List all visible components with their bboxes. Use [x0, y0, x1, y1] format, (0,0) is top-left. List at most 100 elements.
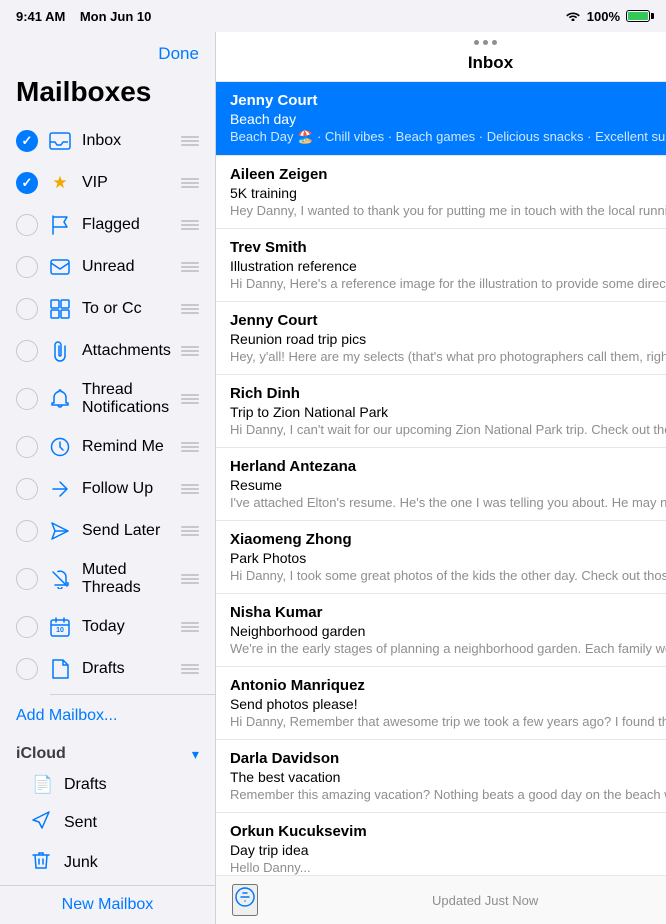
email-item[interactable]: Darla Davidson 4/17/24 The best vacation…: [216, 740, 666, 813]
email-sender: Orkun Kucuksevim: [230, 823, 367, 840]
toorcc-check: [16, 298, 38, 320]
sidebar-item-unread[interactable]: Unread: [0, 246, 215, 288]
doc-icon: [48, 657, 72, 681]
remind-me-label: Remind Me: [82, 438, 171, 456]
inbox-icon: [48, 129, 72, 153]
done-button[interactable]: Done: [158, 44, 199, 64]
email-subject: Illustration reference: [230, 258, 666, 274]
email-item[interactable]: Aileen Zeigen 5/4/24 5K training 📎 Hey D…: [216, 156, 666, 229]
toorcc-icon: [48, 297, 72, 321]
email-item[interactable]: Antonio Manriquez 4/22/24 Send photos pl…: [216, 667, 666, 740]
email-item[interactable]: Nisha Kumar 4/27/24 Neighborhood garden …: [216, 594, 666, 667]
remindme-check: [16, 436, 38, 458]
icloud-items: 📄 Drafts Sent Junk: [16, 763, 199, 885]
icloud-section: iCloud ▾ 📄 Drafts Sent: [0, 733, 215, 885]
email-sender: Darla Davidson: [230, 750, 339, 767]
drafts-label: Drafts: [82, 660, 171, 678]
sidebar-item-today[interactable]: 10 Today: [0, 606, 215, 648]
email-sender: Antonio Manriquez: [230, 677, 365, 694]
remindme-drag: [181, 442, 199, 452]
dot-2: [483, 40, 488, 45]
today-label: Today: [82, 618, 171, 636]
email-item[interactable]: Trev Smith 5/3/24 Illustration reference…: [216, 229, 666, 302]
email-item[interactable]: Orkun Kucuksevim 4/15/24 Day trip idea H…: [216, 813, 666, 875]
sendlater-drag: [181, 526, 199, 536]
sidebar-item-flagged[interactable]: Flagged: [0, 204, 215, 246]
email-subject: Day trip idea: [230, 842, 666, 858]
icloud-sent[interactable]: Sent: [16, 803, 199, 842]
sidebar-item-follow-up[interactable]: Follow Up: [0, 468, 215, 510]
today-check: [16, 616, 38, 638]
bell-icon: [48, 387, 72, 411]
email-preview: Hi Danny, I can't wait for our upcoming …: [230, 422, 666, 437]
battery-icon: [626, 10, 650, 22]
email-item[interactable]: Herland Antezana 4/28/24 Resume 📎 I've a…: [216, 448, 666, 521]
email-sender: Trev Smith: [230, 239, 307, 256]
followup-check: [16, 478, 38, 500]
sidebar-item-toorcc[interactable]: To or Cc: [0, 288, 215, 330]
icloud-header[interactable]: iCloud ▾: [16, 745, 199, 763]
attachments-drag: [181, 346, 199, 356]
email-item[interactable]: Jenny Court 5/5/24 Beach day Beach Day 🏖…: [216, 82, 666, 156]
icloud-drafts-icon: 📄: [32, 775, 54, 795]
toorcc-drag: [181, 304, 199, 314]
sidebar-item-muted-threads[interactable]: Muted Threads: [0, 552, 215, 606]
email-sender: Xiaomeng Zhong: [230, 531, 352, 548]
filter-button[interactable]: [232, 884, 258, 916]
calendar-icon: 10: [48, 615, 72, 639]
email-subject: 5K training: [230, 185, 666, 201]
vip-icon: ★: [48, 171, 72, 195]
sidebar-item-send-later[interactable]: Send Later: [0, 510, 215, 552]
icloud-sent-label: Sent: [64, 814, 97, 832]
add-mailbox-button[interactable]: Add Mailbox...: [0, 699, 215, 733]
email-sender: Rich Dinh: [230, 385, 300, 402]
flagged-label: Flagged: [82, 216, 171, 234]
sidebar-footer: New Mailbox: [0, 885, 215, 924]
bell-slash-icon: [48, 567, 72, 591]
email-sender: Aileen Zeigen: [230, 166, 328, 183]
flag-icon: [48, 213, 72, 237]
wifi-icon: [565, 9, 581, 24]
muted-threads-label: Muted Threads: [82, 561, 171, 597]
vip-label: VIP: [82, 174, 171, 192]
icloud-junk[interactable]: Junk: [16, 842, 199, 883]
header-dots: [216, 32, 666, 49]
followup-icon: [48, 477, 72, 501]
inbox-label: Inbox: [82, 132, 171, 150]
email-item[interactable]: Jenny Court 5/2/24 Reunion road trip pic…: [216, 302, 666, 375]
email-item[interactable]: Rich Dinh 4/28/24 Trip to Zion National …: [216, 375, 666, 448]
email-subject: Beach day: [230, 111, 666, 127]
threadnotif-check: [16, 388, 38, 410]
thread-notifications-label: Thread Notifications: [82, 381, 171, 417]
icloud-junk-label: Junk: [64, 854, 98, 872]
icloud-title: iCloud: [16, 745, 66, 763]
section-divider: [50, 694, 215, 695]
unread-icon: [48, 255, 72, 279]
sidebar-item-drafts[interactable]: Drafts: [0, 648, 215, 690]
new-mailbox-button[interactable]: New Mailbox: [62, 896, 154, 914]
unread-check: [16, 256, 38, 278]
sidebar-item-thread-notifications[interactable]: Thread Notifications: [0, 372, 215, 426]
email-item[interactable]: Xiaomeng Zhong 4/27/24 Park Photos Hi Da…: [216, 521, 666, 594]
email-sender: Herland Antezana: [230, 458, 356, 475]
clock-icon: [48, 435, 72, 459]
email-sender: Jenny Court: [230, 312, 318, 329]
email-subject: Send photos please!: [230, 696, 666, 712]
flagged-check: [16, 214, 38, 236]
icloud-drafts-label: Drafts: [64, 776, 107, 794]
sidebar: Done Mailboxes Inbox ★ VIP: [0, 32, 216, 924]
email-preview: Hi Danny, I took some great photos of th…: [230, 568, 666, 583]
sidebar-item-vip[interactable]: ★ VIP: [0, 162, 215, 204]
icloud-drafts[interactable]: 📄 Drafts: [16, 767, 199, 803]
sidebar-item-inbox[interactable]: Inbox: [0, 120, 215, 162]
sidebar-header: Done: [0, 32, 215, 72]
send-later-icon: [48, 519, 72, 543]
threadnotif-drag: [181, 394, 199, 404]
email-preview: Remember this amazing vacation? Nothing …: [230, 787, 666, 802]
send-later-label: Send Later: [82, 522, 171, 540]
sidebar-item-remind-me[interactable]: Remind Me: [0, 426, 215, 468]
email-preview: Hey Danny, I wanted to thank you for put…: [230, 203, 666, 218]
sidebar-item-attachments[interactable]: Attachments: [0, 330, 215, 372]
sendlater-check: [16, 520, 38, 542]
inbox-title: Inbox: [272, 53, 666, 73]
